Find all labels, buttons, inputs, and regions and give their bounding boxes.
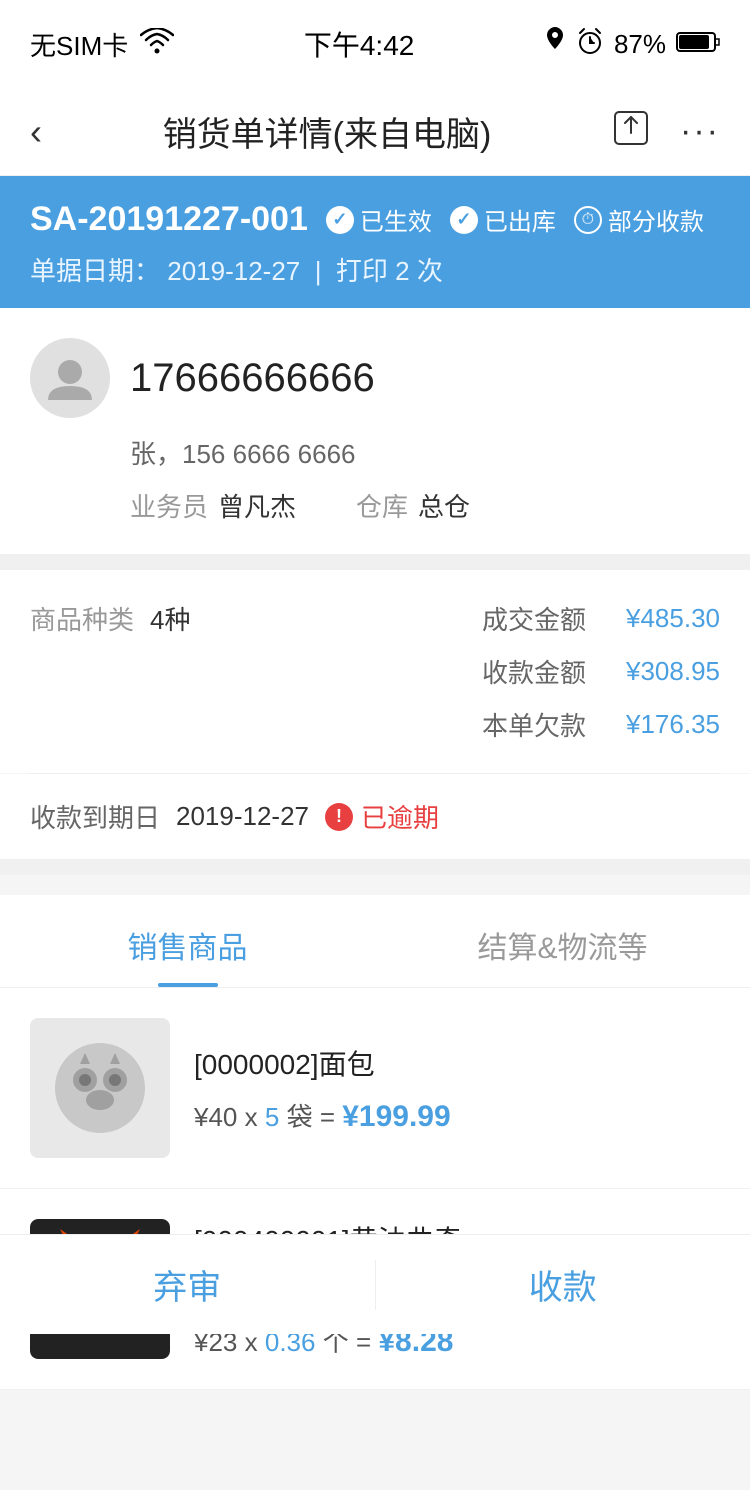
- clock-icon: ⏱: [574, 206, 602, 234]
- back-button[interactable]: ‹: [30, 111, 42, 153]
- order-banner: SA-20191227-001 ✓ 已生效 ✓ 已出库 ⏱ 部分收款 单据日期：…: [0, 176, 750, 308]
- product-name-1: [0000002]面包: [194, 1043, 720, 1083]
- customer-avatar: [30, 338, 110, 418]
- product-info-1: [0000002]面包 ¥40 x 5 袋 = ¥199.99: [194, 1043, 720, 1134]
- customer-section: 17666666666 张，156 6666 6666 业务员 曾凡杰 仓库 总…: [0, 308, 750, 554]
- status-effective: ✓ 已生效: [326, 202, 432, 237]
- due-section: 收款到期日 2019-12-27 ! 已逾期: [0, 774, 750, 859]
- collection-label: 收款金额: [482, 653, 586, 690]
- location-icon: [544, 27, 566, 62]
- category-count: 4种: [150, 600, 190, 637]
- collect-payment-button[interactable]: 收款: [376, 1260, 750, 1309]
- salesperson-value: 曾凡杰: [218, 487, 296, 524]
- overdue-label: 已逾期: [361, 798, 439, 835]
- category-label: 商品种类: [30, 600, 134, 637]
- warehouse-label: 仓库: [356, 487, 408, 524]
- status-bar: 无SIM卡 下午4:42 87%: [0, 0, 750, 88]
- status-right: 87%: [544, 27, 720, 62]
- alarm-icon: [576, 27, 604, 62]
- debt-amount: ¥176.35: [626, 709, 720, 740]
- order-id: SA-20191227-001: [30, 200, 308, 239]
- status-partial: ⏱ 部分收款: [574, 202, 704, 237]
- customer-name: 张，156 6666 6666: [130, 434, 720, 471]
- check-icon-2: ✓: [450, 206, 478, 234]
- tab-settlement[interactable]: 结算&物流等: [375, 895, 750, 987]
- wifi-icon: [140, 28, 174, 61]
- list-item: [0000002]面包 ¥40 x 5 袋 = ¥199.99: [0, 988, 750, 1189]
- due-label: 收款到期日: [30, 798, 160, 835]
- divider-1: [0, 554, 750, 570]
- product-qty-1: 5: [265, 1102, 279, 1132]
- warehouse-value: 总仓: [418, 487, 470, 524]
- nav-actions: ···: [612, 109, 720, 154]
- tab-products[interactable]: 销售商品: [0, 895, 375, 987]
- divider-2: [0, 859, 750, 875]
- status-left: 无SIM卡: [30, 26, 174, 63]
- customer-phone: 17666666666: [130, 356, 375, 401]
- product-thumbnail-1: [30, 1018, 170, 1158]
- battery-label: 87%: [614, 29, 666, 60]
- nav-bar: ‹ 销货单详情(来自电脑) ···: [0, 88, 750, 176]
- tabs-section: 销售商品 结算&物流等: [0, 895, 750, 988]
- overdue-badge: ! 已逾期: [325, 798, 439, 835]
- overdue-dot-icon: !: [325, 803, 353, 831]
- product-total-1: ¥199.99: [342, 1100, 450, 1133]
- abandon-review-button[interactable]: 弃审: [0, 1260, 375, 1309]
- due-date: 2019-12-27: [176, 801, 309, 832]
- collection-amount: ¥308.95: [626, 656, 720, 687]
- customer-meta: 业务员 曾凡杰 仓库 总仓: [130, 487, 720, 524]
- share-button[interactable]: [612, 109, 650, 154]
- carrier-label: 无SIM卡: [30, 26, 128, 63]
- deal-label: 成交金额: [482, 600, 586, 637]
- debt-label: 本单欠款: [482, 706, 586, 743]
- salesperson-label: 业务员: [130, 487, 208, 524]
- battery-icon: [676, 29, 720, 60]
- product-price-1: ¥40 x 5 袋 = ¥199.99: [194, 1097, 720, 1134]
- status-shipped: ✓ 已出库: [450, 202, 556, 237]
- check-icon-1: ✓: [326, 206, 354, 234]
- status-time: 下午4:42: [304, 24, 415, 64]
- deal-amount: ¥485.30: [626, 603, 720, 634]
- order-date: 单据日期： 2019-12-27 | 打印 2 次: [30, 251, 720, 288]
- more-button[interactable]: ···: [680, 112, 720, 151]
- summary-section: 商品种类 4种 成交金额 ¥485.30 收款金额 ¥308.95 本单欠款 ¥…: [0, 570, 750, 773]
- page-title: 销货单详情(来自电脑): [163, 107, 492, 156]
- bottom-bar: 弃审 收款: [0, 1234, 750, 1334]
